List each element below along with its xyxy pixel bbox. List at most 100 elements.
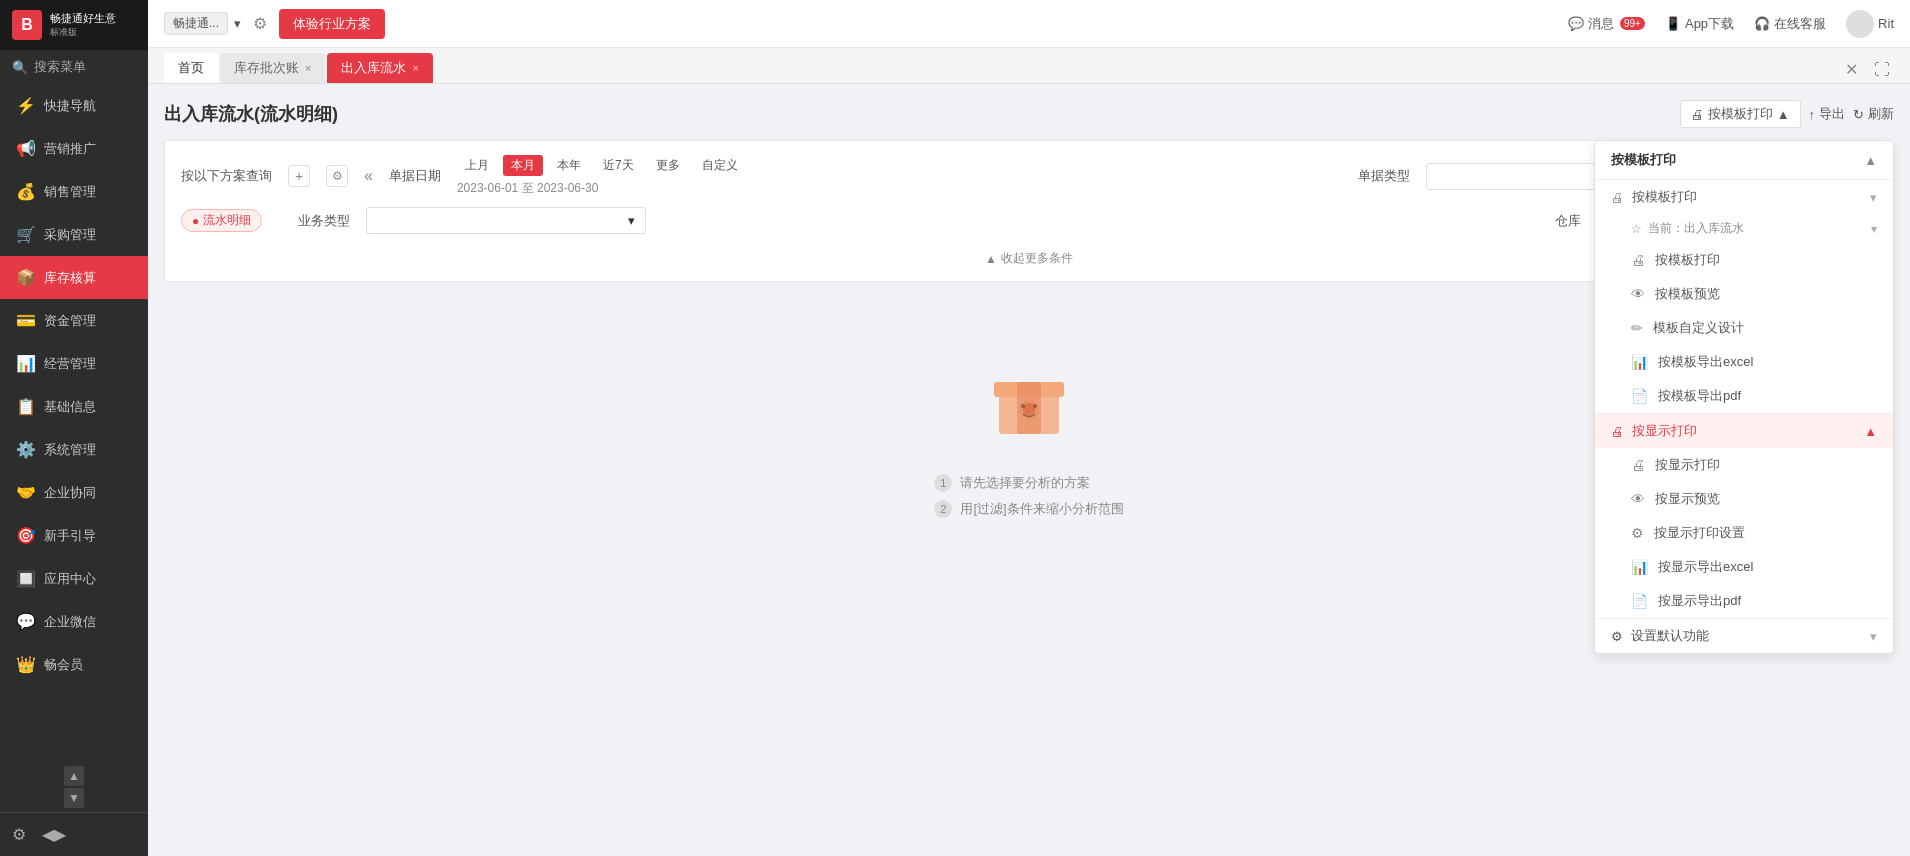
basic-icon: 📋 <box>16 397 36 416</box>
online-service-btn[interactable]: 🎧 在线客服 <box>1754 15 1826 33</box>
sidebar-item-basic[interactable]: 📋 基础信息 <box>0 385 148 428</box>
template-section-header[interactable]: 🖨 按模板打印 ▾ <box>1595 180 1893 214</box>
date-tab-prev-month[interactable]: 上月 <box>457 155 497 176</box>
display-preview-item[interactable]: 👁 按显示预览 <box>1595 482 1893 516</box>
default-section-label: 设置默认功能 <box>1631 627 1709 645</box>
sidebar-item-guide[interactable]: 🎯 新手引导 <box>0 514 148 557</box>
message-icon: 💬 <box>1568 16 1584 31</box>
export-icon: ↑ <box>1809 107 1816 122</box>
sidebar-item-sales[interactable]: 💰 销售管理 <box>0 170 148 213</box>
tab-inout-flow-close[interactable]: × <box>412 62 418 74</box>
account-name: 畅捷通... <box>164 12 228 35</box>
tabs-bar: 首页 库存批次账 × 出入库流水 × ✕ ⛶ <box>148 48 1910 84</box>
display-excel-item[interactable]: 📊 按显示导出excel <box>1595 550 1893 584</box>
date-tab-current-month[interactable]: 本月 <box>503 155 543 176</box>
sidebar-item-label: 基础信息 <box>44 398 96 416</box>
default-section-header[interactable]: ⚙ 设置默认功能 ▾ <box>1595 619 1893 653</box>
logo-icon: B <box>12 10 42 40</box>
app-download-label: App下载 <box>1685 15 1734 33</box>
app-version: 标准版 <box>50 26 116 39</box>
sidebar-item-label: 系统管理 <box>44 441 96 459</box>
template-print-item[interactable]: 🖨 按模板打印 <box>1595 243 1893 277</box>
tab-inventory-batch-close[interactable]: × <box>305 62 311 74</box>
template-pdf-item[interactable]: 📄 按模板导出pdf <box>1595 379 1893 413</box>
warehouse-label: 仓库 <box>1555 212 1581 230</box>
sidebar-item-cooperation[interactable]: 🤝 企业协同 <box>0 471 148 514</box>
sidebar-item-quick-nav[interactable]: ⚡ 快捷导航 <box>0 84 148 127</box>
export-btn[interactable]: ↑ 导出 <box>1809 105 1846 123</box>
filter-add-btn[interactable]: + <box>288 165 310 187</box>
user-menu[interactable]: Rit <box>1846 10 1894 38</box>
trial-btn[interactable]: 体验行业方案 <box>279 9 385 39</box>
template-preview-label: 按模板预览 <box>1655 285 1720 303</box>
maximize-window-btn[interactable]: ⛶ <box>1870 57 1894 83</box>
pdf-icon: 📄 <box>1631 388 1648 404</box>
message-btn[interactable]: 💬 消息 99+ <box>1568 15 1645 33</box>
tab-inventory-batch-label: 库存批次账 <box>234 59 299 77</box>
collapse-btn[interactable]: ▲ 收起更多条件 <box>985 250 1073 267</box>
business-type-select[interactable]: ▾ <box>366 207 646 234</box>
sidebar-item-inventory[interactable]: 📦 库存核算 <box>0 256 148 299</box>
page-top-bar: 出入库流水(流水明细) 🖨 按模板打印 ▲ ↑ 导出 ↻ 刷新 <box>164 100 1894 128</box>
template-excel-label: 按模板导出excel <box>1658 353 1753 371</box>
sidebar-item-purchase[interactable]: 🛒 采购管理 <box>0 213 148 256</box>
search-menu[interactable]: 🔍 搜索菜单 <box>0 50 148 84</box>
tab-inout-flow[interactable]: 出入库流水 × <box>327 53 432 83</box>
sidebar-item-apps[interactable]: 🔲 应用中心 <box>0 557 148 600</box>
sidebar-item-label: 新手引导 <box>44 527 96 545</box>
sidebar-item-label: 营销推广 <box>44 140 96 158</box>
sidebar-item-operations[interactable]: 📊 经营管理 <box>0 342 148 385</box>
date-tab-7days[interactable]: 近7天 <box>595 155 642 176</box>
template-design-item[interactable]: ✏ 模板自定义设计 <box>1595 311 1893 345</box>
chevron-up-dropdown: ▲ <box>1864 153 1877 168</box>
display-pdf-icon: 📄 <box>1631 593 1648 609</box>
display-print-settings-item[interactable]: ⚙ 按显示打印设置 <box>1595 516 1893 550</box>
sidebar-item-marketing[interactable]: 📢 营销推广 <box>0 127 148 170</box>
step-1-text: 请先选择要分析的方案 <box>960 474 1090 492</box>
refresh-btn[interactable]: ↻ 刷新 <box>1853 105 1894 123</box>
tab-inout-flow-label: 出入库流水 <box>341 59 406 77</box>
date-tab-more[interactable]: 更多 <box>648 155 688 176</box>
date-tab-custom[interactable]: 自定义 <box>694 155 746 176</box>
empty-svg <box>979 354 1079 454</box>
default-settings-section: ⚙ 设置默认功能 ▾ <box>1595 619 1893 653</box>
template-design-label: 模板自定义设计 <box>1653 319 1744 337</box>
template-print-btn[interactable]: 🖨 按模板打印 ▲ <box>1680 100 1801 128</box>
display-print-icon: 🖨 <box>1611 424 1624 439</box>
filter-tag-label: 流水明细 <box>203 212 251 229</box>
filter-collapse-btn[interactable]: « <box>364 167 373 185</box>
sidebar-item-wechat[interactable]: 💬 企业微信 <box>0 600 148 643</box>
tab-home[interactable]: 首页 <box>164 53 218 83</box>
operations-icon: 📊 <box>16 354 36 373</box>
sales-icon: 💰 <box>16 182 36 201</box>
settings-icon[interactable]: ⚙ <box>12 825 26 844</box>
template-preview-item[interactable]: 👁 按模板预览 <box>1595 277 1893 311</box>
dropdown-title: 按模板打印 <box>1611 151 1676 169</box>
close-window-btn[interactable]: ✕ <box>1841 56 1862 83</box>
sidebar: B 畅捷通好生意 标准版 🔍 搜索菜单 ⚡ 快捷导航 📢 营销推广 💰 销售管理… <box>0 0 148 856</box>
date-tab-current-year[interactable]: 本年 <box>549 155 589 176</box>
marketing-icon: 📢 <box>16 139 36 158</box>
filter-tag-icon: ● <box>192 214 199 228</box>
collapse-sidebar-icon[interactable]: ◀▶ <box>42 825 66 844</box>
account-selector[interactable]: 畅捷通... ▾ <box>164 12 241 35</box>
chevron-down-template: ▾ <box>1870 190 1877 205</box>
scroll-up-btn[interactable]: ▲ <box>64 766 84 786</box>
gear-icon[interactable]: ⚙ <box>253 14 267 33</box>
scroll-down-btn[interactable]: ▼ <box>64 788 84 808</box>
display-print-item-icon: 🖨 <box>1631 457 1645 473</box>
sidebar-item-vip[interactable]: 👑 畅会员 <box>0 643 148 686</box>
tab-inventory-batch[interactable]: 库存批次账 × <box>220 53 325 83</box>
filter-settings-btn[interactable]: ⚙ <box>326 165 348 187</box>
display-pdf-item[interactable]: 📄 按显示导出pdf <box>1595 584 1893 618</box>
sidebar-item-label: 采购管理 <box>44 226 96 244</box>
app-download-btn[interactable]: 📱 App下载 <box>1665 15 1734 33</box>
display-print-item[interactable]: 🖨 按显示打印 <box>1595 448 1893 482</box>
sidebar-item-finance[interactable]: 💳 资金管理 <box>0 299 148 342</box>
sidebar-bottom: ⚙ ◀▶ <box>0 812 148 856</box>
sidebar-item-system[interactable]: ⚙️ 系统管理 <box>0 428 148 471</box>
empty-step-2: 2 用[过滤]条件来缩小分析范围 <box>934 500 1123 518</box>
display-section-header[interactable]: 🖨 按显示打印 ▲ <box>1595 414 1893 448</box>
template-excel-item[interactable]: 📊 按模板导出excel <box>1595 345 1893 379</box>
sidebar-item-label: 应用中心 <box>44 570 96 588</box>
